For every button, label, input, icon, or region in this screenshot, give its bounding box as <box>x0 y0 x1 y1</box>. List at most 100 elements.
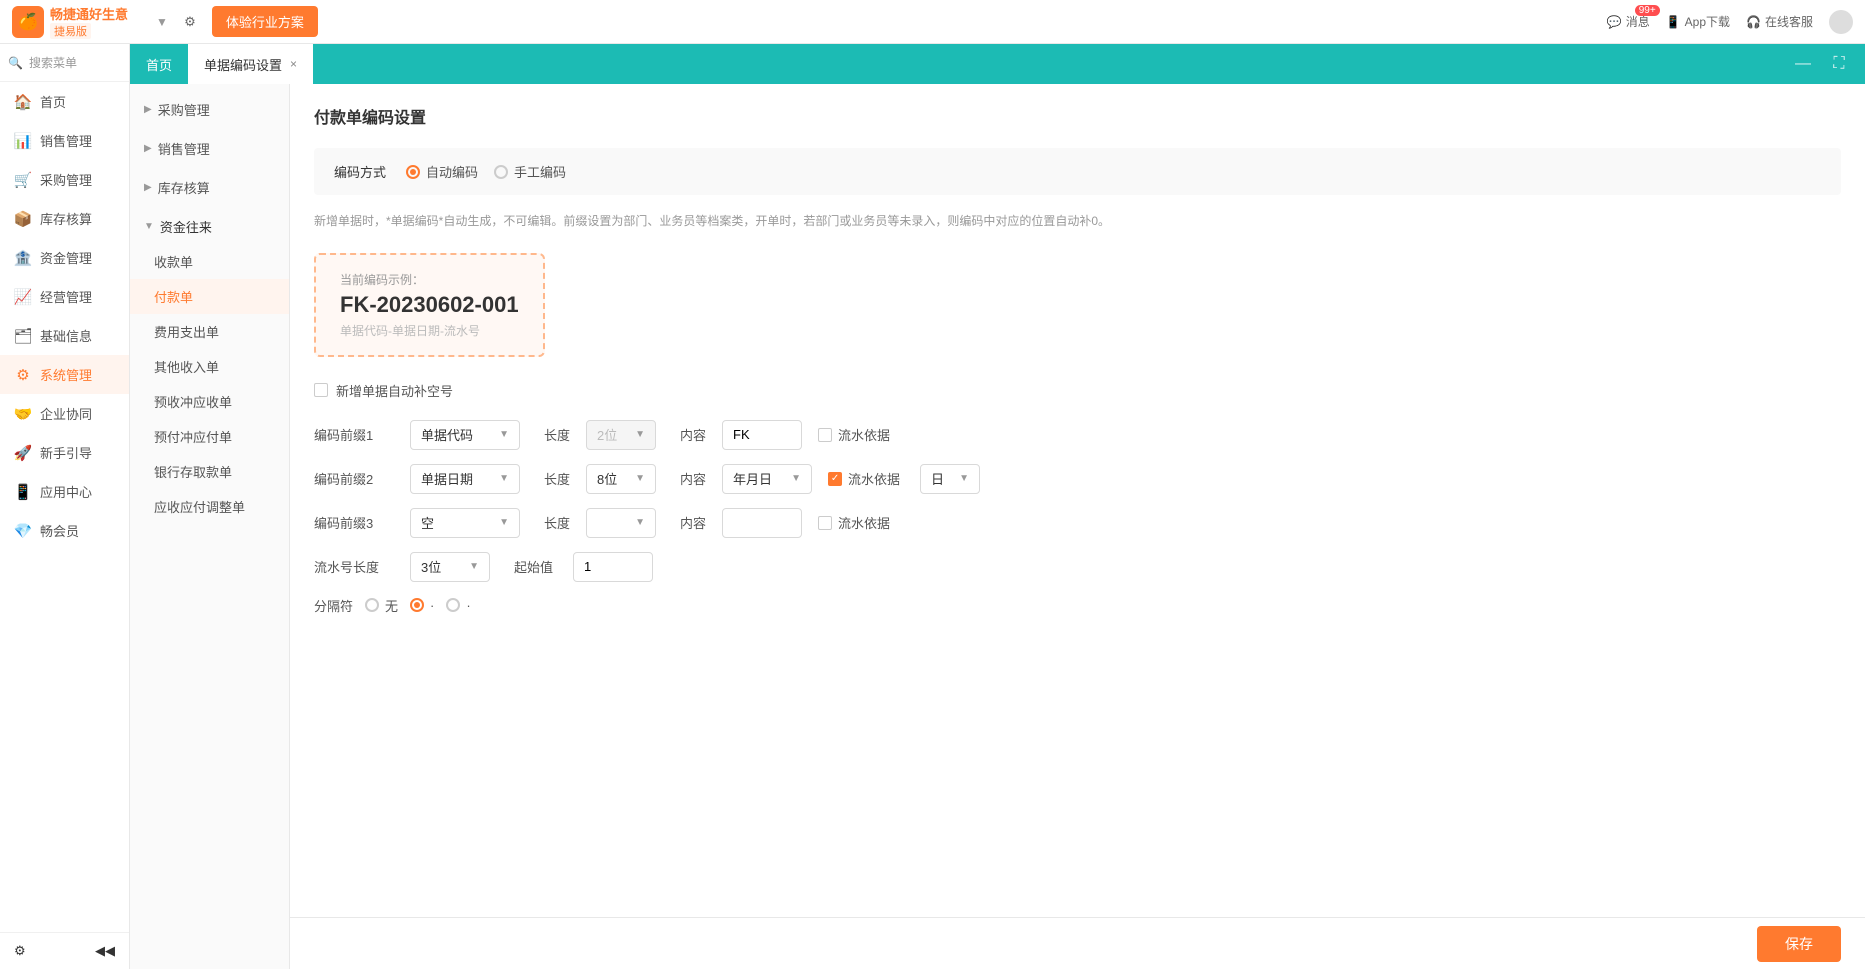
sub-menu-header-purchase[interactable]: ▶ 采购管理 <box>130 92 289 127</box>
manual-code-option[interactable]: 手工编码 <box>494 162 566 181</box>
online-service[interactable]: 🎧 在线客服 <box>1746 13 1813 30</box>
prefix3-select[interactable]: 空 ▼ <box>410 508 520 538</box>
sidebar-item-purchase[interactable]: 🛒 采购管理 <box>0 160 129 199</box>
prefix-row-2: 编码前缀2 单据日期 ▼ 长度 8位 ▼ 内容 年月日 <box>314 464 1841 494</box>
sep-dash-radio[interactable] <box>446 598 460 612</box>
sidebar-item-inventory[interactable]: 📦 库存核算 <box>0 199 129 238</box>
sub-menu-receipts[interactable]: 收款单 <box>130 244 289 279</box>
sep-none-radio[interactable] <box>365 598 379 612</box>
sidebar-item-basic[interactable]: 🗂 基础信息 <box>0 316 129 355</box>
prefix2-length-select[interactable]: 8位 ▼ <box>586 464 656 494</box>
prefix1-length-select[interactable]: 2位 ▼ <box>586 420 656 450</box>
trial-button[interactable]: 体验行业方案 <box>212 6 318 37</box>
sub-menu-prepay-pay[interactable]: 预付冲应付单 <box>130 419 289 454</box>
encoding-method-section: 编码方式 自动编码 手工编码 <box>314 148 1841 195</box>
preview-code: FK-20230602-001 <box>340 292 519 318</box>
arrow-purchase: ▶ <box>144 104 152 115</box>
prefix2-content-select[interactable]: 年月日 ▼ <box>722 464 812 494</box>
serial-length-select[interactable]: 3位 ▼ <box>410 552 490 582</box>
auto-fill-checkbox[interactable] <box>314 383 328 397</box>
prefix3-label: 编码前缀3 <box>314 513 394 532</box>
sidebar-item-finance[interactable]: 🏦 资金管理 <box>0 238 129 277</box>
tab-minimize-icon[interactable]: — <box>1789 50 1817 78</box>
sub-menu-header-sales[interactable]: ▶ 销售管理 <box>130 131 289 166</box>
sub-menu-prepay-recv[interactable]: 预收冲应收单 <box>130 384 289 419</box>
sidebar-item-operations[interactable]: 📈 经营管理 <box>0 277 129 316</box>
separator-label: 分隔符 <box>314 596 353 615</box>
auto-code-radio[interactable] <box>406 165 420 179</box>
home-icon: 🏠 <box>14 93 32 111</box>
prefix1-label: 编码前缀1 <box>314 425 394 444</box>
start-value-input[interactable] <box>573 552 653 582</box>
auto-code-option[interactable]: 自动编码 <box>406 162 478 181</box>
prefix1-content-input[interactable] <box>722 420 802 450</box>
settings-bottom-icon[interactable]: ⚙ <box>14 943 26 959</box>
logo-icon: 🍊 <box>12 6 44 38</box>
prefix2-serial-checkbox[interactable] <box>828 472 842 486</box>
save-bar: 保存 <box>290 917 1865 969</box>
sep-dash-option[interactable]: · <box>446 598 470 613</box>
tab-bar-right: — ⛶ <box>1789 50 1865 78</box>
header-left: 🍊 畅捷通好生意 捷易版 ▼ ⚙ 体验行业方案 <box>12 4 318 39</box>
sales-icon: 📊 <box>14 132 32 150</box>
main-page-wrapper: 付款单编码设置 编码方式 自动编码 手工编码 <box>290 84 1865 969</box>
page-title: 付款单编码设置 <box>314 104 1841 128</box>
phone-icon: 📱 <box>1666 15 1681 29</box>
sep-dot-option[interactable]: · <box>410 598 434 613</box>
page-main: 付款单编码设置 编码方式 自动编码 手工编码 <box>290 84 1865 917</box>
prefix3-serial-check: 流水依据 <box>818 513 890 532</box>
coop-icon: 🤝 <box>14 405 32 423</box>
message-area[interactable]: 💬 消息 99+ <box>1607 13 1650 30</box>
sub-menu-adj[interactable]: 应收应付调整单 <box>130 489 289 524</box>
tab-maximize-icon[interactable]: ⛶ <box>1825 50 1853 78</box>
sidebar-item-guide[interactable]: 🚀 新手引导 <box>0 433 129 472</box>
tab-home[interactable]: 首页 <box>130 44 188 84</box>
system-icon: ⚙ <box>14 366 32 384</box>
tab-bar: 首页 单据编码设置 × — ⛶ <box>130 44 1865 84</box>
prefix1-serial-checkbox[interactable] <box>818 428 832 442</box>
sidebar-item-home[interactable]: 🏠 首页 <box>0 82 129 121</box>
sub-menu-payment[interactable]: 付款单 <box>130 279 289 314</box>
prefix3-serial-checkbox[interactable] <box>818 516 832 530</box>
prefix1-select[interactable]: 单据代码 ▼ <box>410 420 520 450</box>
serial-row: 流水号长度 3位 ▼ 起始值 <box>314 552 1841 582</box>
sub-menu-header-capital[interactable]: ▼ 资金往来 <box>130 209 289 244</box>
company-dropdown[interactable]: ▼ <box>156 15 168 29</box>
save-button[interactable]: 保存 <box>1757 926 1841 962</box>
auto-fill-label: 新增单据自动补空号 <box>336 381 453 400</box>
search-icon: 🔍 <box>8 56 23 70</box>
prefix3-content-input[interactable] <box>722 508 802 538</box>
sidebar-item-system[interactable]: ⚙ 系统管理 <box>0 355 129 394</box>
arrow-inventory: ▶ <box>144 182 152 193</box>
manual-code-radio[interactable] <box>494 165 508 179</box>
sub-menu-header-inventory[interactable]: ▶ 库存核算 <box>130 170 289 205</box>
preview-sub: 单据代码-单据日期-流水号 <box>340 322 519 339</box>
tab-encoding[interactable]: 单据编码设置 × <box>188 44 313 84</box>
sidebar-item-apps[interactable]: 📱 应用中心 <box>0 472 129 511</box>
sep-dot-radio[interactable] <box>410 598 424 612</box>
prefix-row-1: 编码前缀1 单据代码 ▼ 长度 2位 ▼ 内容 <box>314 420 1841 450</box>
tab-close-icon[interactable]: × <box>290 57 297 71</box>
prefix2-period-select[interactable]: 日 ▼ <box>920 464 980 494</box>
prefix2-select[interactable]: 单据日期 ▼ <box>410 464 520 494</box>
app-download[interactable]: 📱 App下载 <box>1666 13 1730 30</box>
sub-menu-capital: ▼ 资金往来 收款单 付款单 费用支出单 其他收入单 预收冲应收单 预付冲应付单… <box>130 209 289 524</box>
sub-menu-other-income[interactable]: 其他收入单 <box>130 349 289 384</box>
main-layout: 🔍 搜索菜单 🏠 首页 📊 销售管理 🛒 采购管理 📦 库存核算 🏦 资金管理 … <box>0 44 1865 969</box>
sidebar-item-sales[interactable]: 📊 销售管理 <box>0 121 129 160</box>
prefix1-serial-check: 流水依据 <box>818 425 890 444</box>
content-wrapper: 首页 单据编码设置 × — ⛶ ▶ 采购管理 <box>130 44 1865 969</box>
collapse-icon[interactable]: ◀◀ <box>95 943 115 959</box>
sub-menu-expense[interactable]: 费用支出单 <box>130 314 289 349</box>
finance-icon: 🏦 <box>14 249 32 267</box>
sub-menu-bank-deposit[interactable]: 银行存取款单 <box>130 454 289 489</box>
settings-icon[interactable]: ⚙ <box>176 8 204 36</box>
prefix3-length-select[interactable]: ▼ <box>586 508 656 538</box>
message-badge: 99+ <box>1635 5 1660 16</box>
sep-none-option[interactable]: 无 <box>365 596 398 615</box>
sidebar-search[interactable]: 🔍 搜索菜单 <box>0 44 129 82</box>
preview-label: 当前编码示例： <box>340 271 519 288</box>
user-avatar[interactable] <box>1829 10 1853 34</box>
sidebar-item-coop[interactable]: 🤝 企业协同 <box>0 394 129 433</box>
sidebar-item-member[interactable]: 💎 畅会员 <box>0 511 129 550</box>
